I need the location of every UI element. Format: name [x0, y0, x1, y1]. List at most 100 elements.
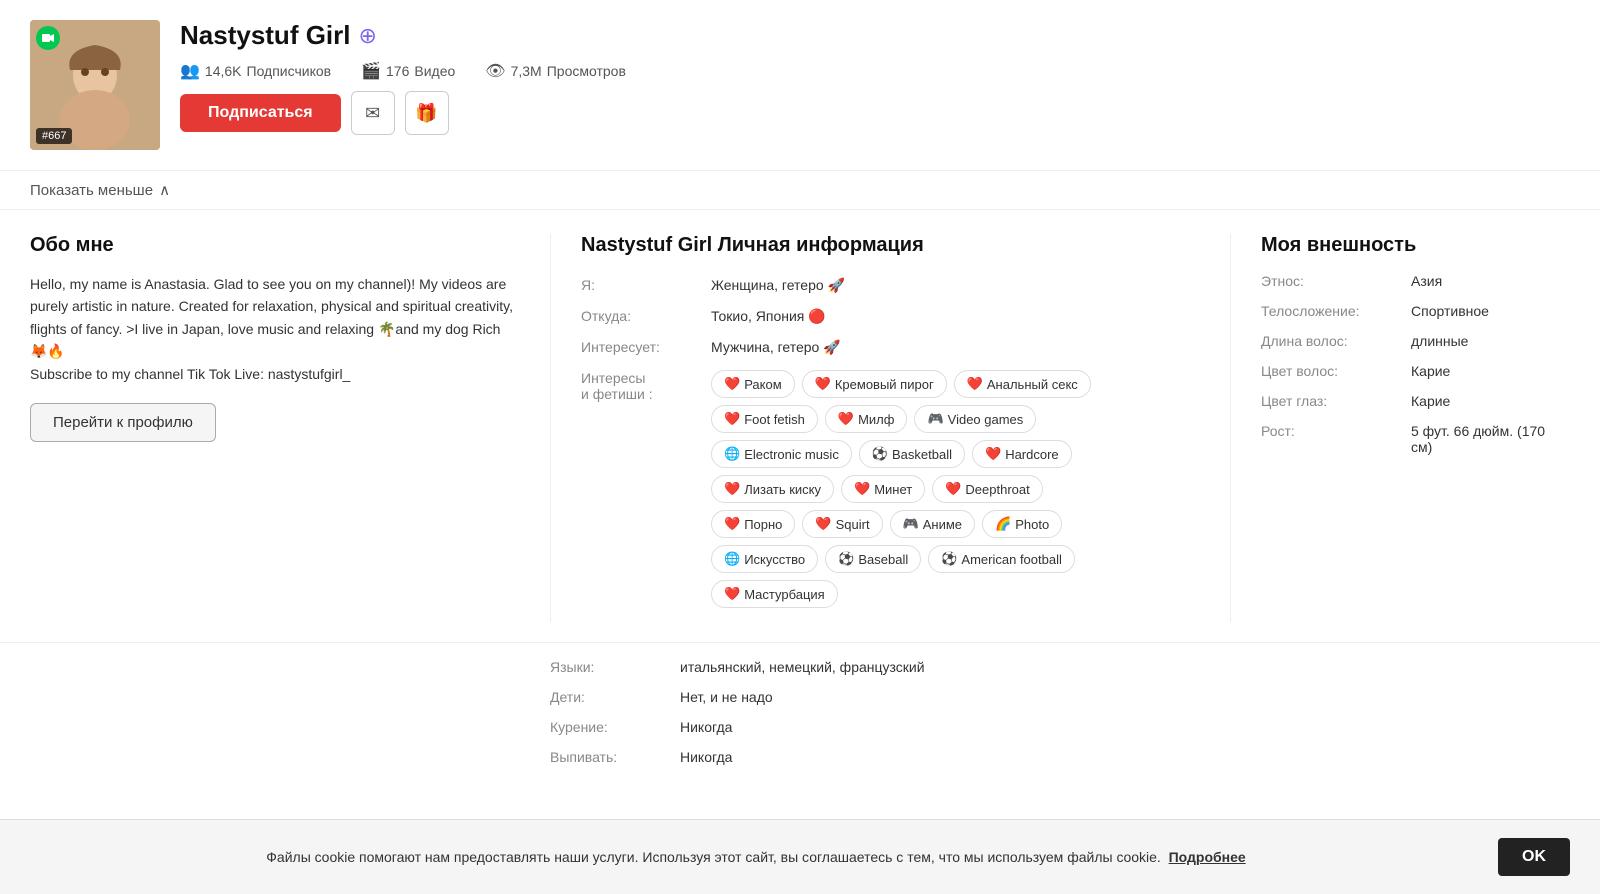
- children-label: Дети:: [550, 689, 670, 705]
- personal-info-title: Nastystuf Girl Личная информация: [581, 234, 1200, 257]
- tag-emoji: ❤️: [724, 376, 740, 392]
- tag-anal: ❤️Анальный секс: [954, 370, 1091, 398]
- hair-length-label: Длина волос:: [1261, 333, 1401, 349]
- subscribe-button[interactable]: Подписаться: [180, 94, 341, 132]
- videos-count: 176: [386, 63, 409, 79]
- smoking-value: Никогда: [680, 719, 732, 735]
- tag-emoji: ❤️: [985, 446, 1001, 462]
- go-to-profile-button[interactable]: Перейти к профилю: [30, 403, 216, 442]
- tag-emoji: ❤️: [945, 481, 961, 497]
- lower-info-grid: Языки: итальянский, немецкий, французски…: [550, 659, 1250, 779]
- tag-emoji: ❤️: [815, 376, 831, 392]
- tag-baseball: ⚽Baseball: [825, 545, 921, 573]
- eye-color-label: Цвет глаз:: [1261, 393, 1401, 409]
- info-row-location: Откуда: Токио, Япония 🔴: [581, 308, 1200, 325]
- appearance-hair-length: Длина волос: длинные: [1261, 333, 1570, 349]
- tag-emoji: ❤️: [815, 516, 831, 532]
- subscribers-icon: 👥: [180, 61, 200, 81]
- tag-anime: 🎮Аниме: [890, 510, 975, 538]
- tag-emoji: ❤️: [854, 481, 870, 497]
- chevron-up-icon: ∧: [159, 181, 170, 199]
- profile-name-row: Nastystuf Girl ⊕: [180, 20, 1570, 51]
- stats-row: 👥 14,6K Подписчиков 🎬 176 Видео 👁 7,3М П…: [180, 61, 1570, 81]
- tag-emoji: ❤️: [967, 376, 983, 392]
- views-count: 7,3М: [511, 63, 542, 79]
- verified-icon: ⊕: [359, 23, 377, 49]
- appearance-height: Рост: 5 фут. 66 дюйм. (170 см): [1261, 423, 1570, 455]
- views-stat: 👁 7,3М Просмотров: [485, 61, 626, 81]
- gender-label: Я:: [581, 277, 701, 293]
- videos-icon: 🎬: [361, 61, 381, 81]
- lower-drinking: Выпивать: Никогда: [550, 749, 1250, 765]
- show-less-bar: Показать меньше ∧: [0, 171, 1600, 210]
- subscribers-count: 14,6K: [205, 63, 242, 79]
- ethnicity-label: Этнос:: [1261, 273, 1401, 289]
- gift-button[interactable]: 🎁: [405, 91, 449, 135]
- tag-rakom: ❤️Раком: [711, 370, 795, 398]
- about-title: Обо мне: [30, 234, 520, 257]
- tags-container: ❤️Раком ❤️Кремовый пирог ❤️Анальный секс…: [711, 370, 1131, 608]
- tag-basketball: ⚽Basketball: [859, 440, 965, 468]
- lower-smoking: Курение: Никогда: [550, 719, 1250, 735]
- tag-lick: ❤️Лизать киску: [711, 475, 834, 503]
- tag-emoji: 🌈: [995, 516, 1011, 532]
- location-value: Токио, Япония 🔴: [711, 308, 826, 325]
- videos-label: Видео: [414, 63, 455, 79]
- body-label: Телосложение:: [1261, 303, 1401, 319]
- children-value: Нет, и не надо: [680, 689, 773, 705]
- tag-emoji: 🎮: [903, 516, 919, 532]
- live-badge: [36, 26, 60, 50]
- cookie-learn-more-link[interactable]: Подробнее: [1169, 849, 1246, 865]
- hair-length-value: длинные: [1411, 333, 1468, 349]
- subscribers-stat: 👥 14,6K Подписчиков: [180, 61, 331, 81]
- actions-row: Подписаться ✉ 🎁: [180, 91, 1570, 135]
- rank-badge: #667: [36, 128, 72, 144]
- message-button[interactable]: ✉: [351, 91, 395, 135]
- tag-hardcore: ❤️Hardcore: [972, 440, 1072, 468]
- gender-value: Женщина, гетеро 🚀: [711, 277, 845, 294]
- videos-stat: 🎬 176 Видео: [361, 61, 455, 81]
- appearance-section: Моя внешность Этнос: Азия Телосложение: …: [1230, 234, 1570, 622]
- height-value: 5 фут. 66 дюйм. (170 см): [1411, 423, 1570, 455]
- cookie-text: Файлы cookie помогают нам предоставлять …: [30, 849, 1482, 865]
- lower-children: Дети: Нет, и не надо: [550, 689, 1250, 705]
- languages-value: итальянский, немецкий, французский: [680, 659, 925, 675]
- hair-color-label: Цвет волос:: [1261, 363, 1401, 379]
- tag-bj: ❤️Минет: [841, 475, 925, 503]
- info-row-gender: Я: Женщина, гетеро 🚀: [581, 277, 1200, 294]
- profile-info: Nastystuf Girl ⊕ 👥 14,6K Подписчиков 🎬 1…: [180, 20, 1570, 135]
- tag-milf: ❤️Милф: [825, 405, 908, 433]
- tag-emoji: ❤️: [724, 586, 740, 602]
- hair-color-value: Карие: [1411, 363, 1450, 379]
- cookie-banner: Файлы cookie помогают нам предоставлять …: [0, 819, 1600, 894]
- tag-photo: 🌈Photo: [982, 510, 1062, 538]
- tag-electronic-music: 🌐Electronic music: [711, 440, 852, 468]
- tag-emoji: 🌐: [724, 446, 740, 462]
- location-label: Откуда:: [581, 308, 701, 324]
- views-label: Просмотров: [547, 63, 626, 79]
- info-row-interests: Интересы и фетиши : ❤️Раком ❤️Кремовый п…: [581, 370, 1200, 608]
- about-text: Hello, my name is Anastasia. Glad to see…: [30, 273, 520, 385]
- main-content: Обо мне Hello, my name is Anastasia. Gla…: [0, 210, 1600, 642]
- tag-art: 🌐Искусство: [711, 545, 818, 573]
- tag-deepthroat: ❤️Deepthroat: [932, 475, 1043, 503]
- tag-emoji: ❤️: [838, 411, 854, 427]
- subscribers-label: Подписчиков: [247, 63, 332, 79]
- tag-porno: ❤️Порно: [711, 510, 795, 538]
- tag-emoji: ❤️: [724, 481, 740, 497]
- cookie-ok-button[interactable]: OK: [1498, 838, 1570, 876]
- tag-emoji: 🎮: [927, 411, 943, 427]
- info-row-interested: Интересует: Мужчина, гетеро 🚀: [581, 339, 1200, 356]
- views-icon: 👁: [485, 61, 505, 81]
- avatar-wrapper: #667: [30, 20, 160, 150]
- tag-emoji: ❤️: [724, 516, 740, 532]
- show-less-button[interactable]: Показать меньше ∧: [30, 181, 170, 199]
- appearance-hair-color: Цвет волос: Карие: [1261, 363, 1570, 379]
- interested-value: Мужчина, гетеро 🚀: [711, 339, 841, 356]
- appearance-ethnicity: Этнос: Азия: [1261, 273, 1570, 289]
- appearance-eye-color: Цвет глаз: Карие: [1261, 393, 1570, 409]
- ethnicity-value: Азия: [1411, 273, 1442, 289]
- tag-cream: ❤️Кремовый пирог: [802, 370, 947, 398]
- tag-emoji: ⚽: [941, 551, 957, 567]
- appearance-title: Моя внешность: [1261, 234, 1570, 257]
